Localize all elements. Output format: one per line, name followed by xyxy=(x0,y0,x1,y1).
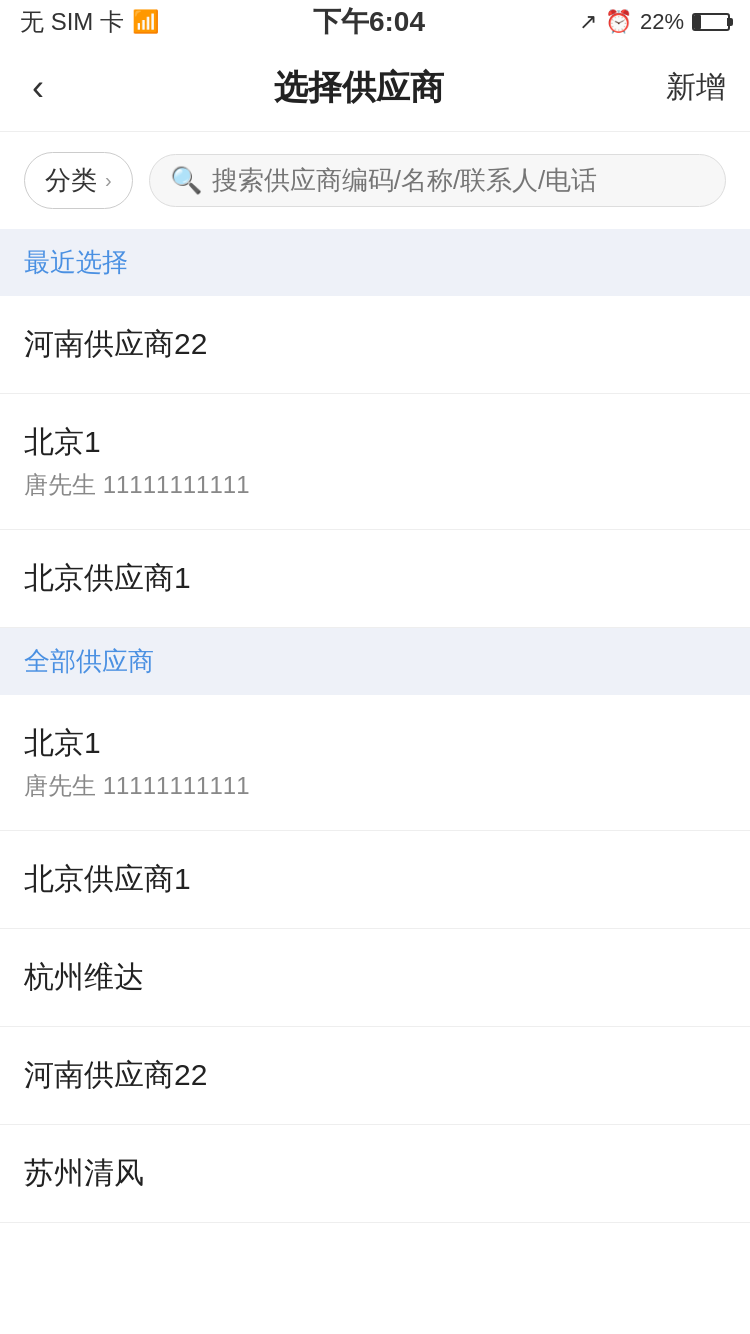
all-item-0[interactable]: 北京1 唐先生 11111111111 xyxy=(0,695,750,831)
item-name: 苏州清风 xyxy=(24,1153,726,1194)
battery-bar xyxy=(692,13,730,31)
all-item-2[interactable]: 杭州维达 xyxy=(0,929,750,1027)
item-name: 北京1 xyxy=(24,422,726,463)
page-title: 选择供应商 xyxy=(274,65,444,111)
recent-item-2[interactable]: 北京供应商1 xyxy=(0,530,750,628)
back-button[interactable]: ‹ xyxy=(24,59,52,117)
recent-items-list: 河南供应商22 北京1 唐先生 11111111111 北京供应商1 xyxy=(0,296,750,628)
status-time: 下午6:04 xyxy=(313,3,425,41)
search-icon: 🔍 xyxy=(170,165,202,196)
item-sub: 唐先生 11111111111 xyxy=(24,770,726,802)
item-name: 河南供应商22 xyxy=(24,1055,726,1096)
wifi-icon: 📶 xyxy=(132,9,159,35)
battery-label: 22% xyxy=(640,9,684,35)
search-input[interactable] xyxy=(212,165,705,196)
search-wrapper: 🔍 xyxy=(149,154,726,207)
status-right: ↗ ⏰ 22% xyxy=(579,9,730,35)
recent-item-0[interactable]: 河南供应商22 xyxy=(0,296,750,394)
filter-bar: 分类 › 🔍 xyxy=(0,132,750,229)
location-icon: ↗ xyxy=(579,9,597,35)
all-item-4[interactable]: 苏州清风 xyxy=(0,1125,750,1223)
all-section-header: 全部供应商 xyxy=(0,628,750,695)
all-item-1[interactable]: 北京供应商1 xyxy=(0,831,750,929)
category-button[interactable]: 分类 › xyxy=(24,152,133,209)
all-section-label: 全部供应商 xyxy=(24,646,154,676)
all-item-3[interactable]: 河南供应商22 xyxy=(0,1027,750,1125)
recent-section-label: 最近选择 xyxy=(24,247,128,277)
all-items-list: 北京1 唐先生 11111111111 北京供应商1 杭州维达 河南供应商22 … xyxy=(0,695,750,1223)
recent-section-header: 最近选择 xyxy=(0,229,750,296)
category-label: 分类 xyxy=(45,163,97,198)
item-name: 北京供应商1 xyxy=(24,558,726,599)
recent-item-1[interactable]: 北京1 唐先生 11111111111 xyxy=(0,394,750,530)
status-left: 无 SIM 卡 📶 xyxy=(20,6,159,38)
alarm-icon: ⏰ xyxy=(605,9,632,35)
add-new-button[interactable]: 新增 xyxy=(666,67,726,108)
nav-bar: ‹ 选择供应商 新增 xyxy=(0,44,750,132)
item-name: 杭州维达 xyxy=(24,957,726,998)
item-sub: 唐先生 11111111111 xyxy=(24,469,726,501)
item-name: 河南供应商22 xyxy=(24,324,726,365)
item-name: 北京1 xyxy=(24,723,726,764)
no-sim-label: 无 SIM 卡 xyxy=(20,6,124,38)
status-bar: 无 SIM 卡 📶 下午6:04 ↗ ⏰ 22% xyxy=(0,0,750,44)
chevron-right-icon: › xyxy=(105,169,112,192)
item-name: 北京供应商1 xyxy=(24,859,726,900)
